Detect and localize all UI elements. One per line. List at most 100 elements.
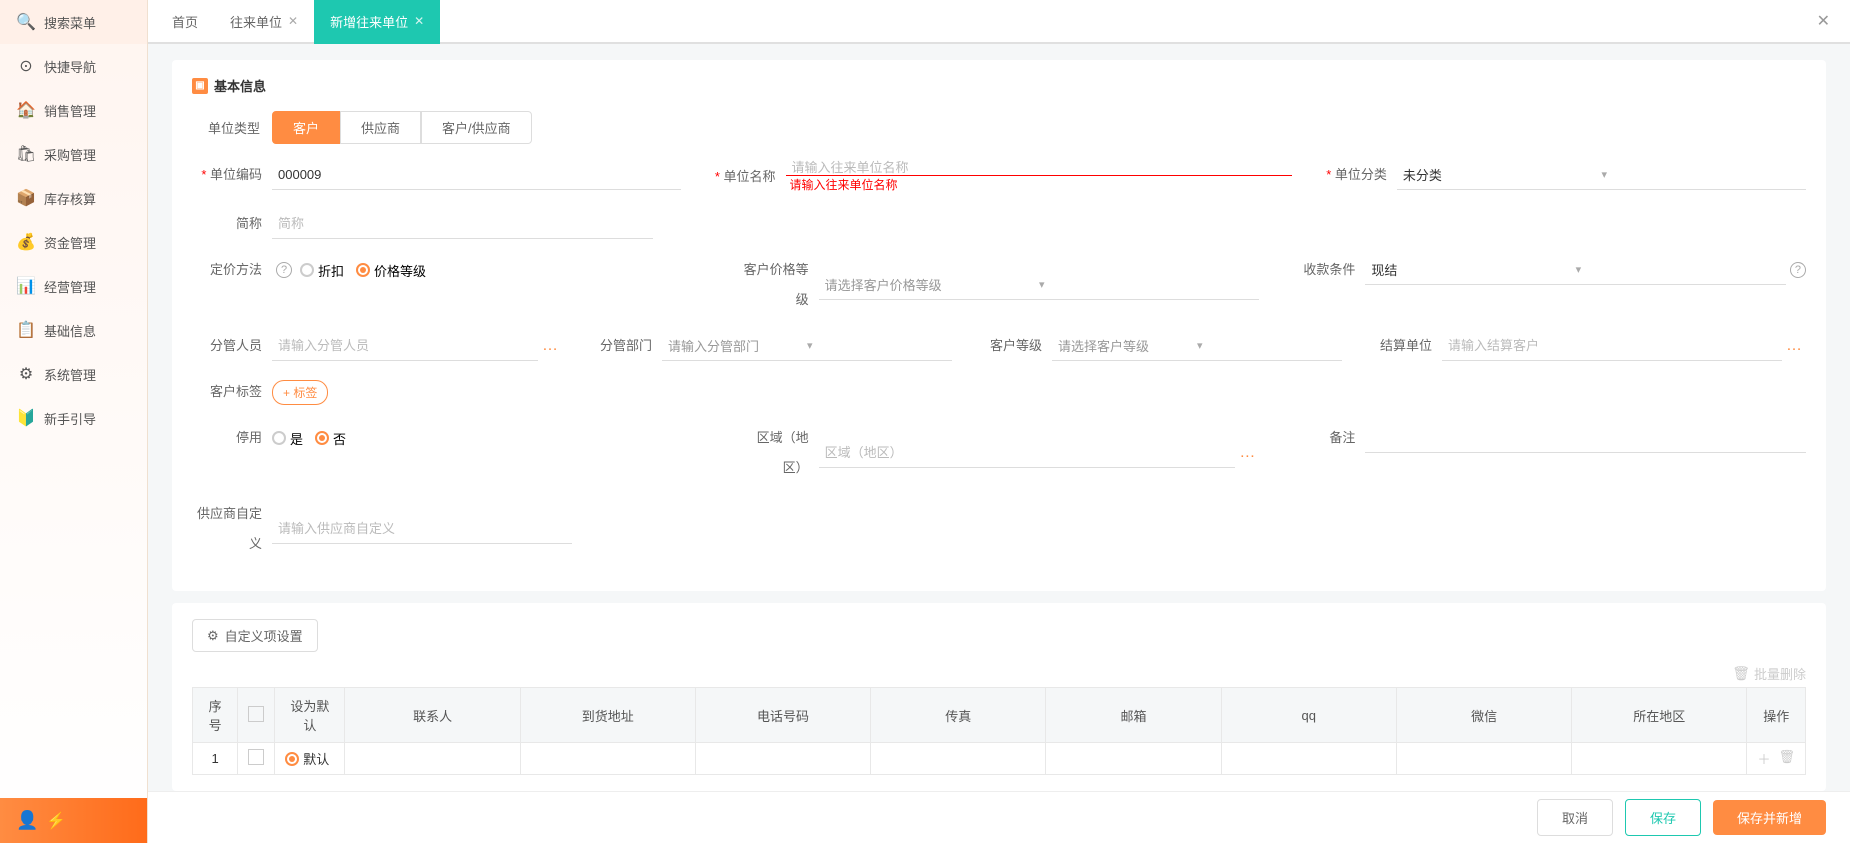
pricing-radio-level[interactable]: 价格等级 xyxy=(356,261,426,280)
trash-icon: 🗑 xyxy=(1732,665,1750,682)
unit-type-row: 单位类型 客户 供应商 客户/供应商 xyxy=(192,111,1806,144)
department-label: 分管部门 xyxy=(582,331,662,361)
tab-home[interactable]: 首页 xyxy=(156,0,214,44)
area-input[interactable] xyxy=(819,438,1236,468)
row-region[interactable] xyxy=(1572,743,1747,775)
cancel-button[interactable]: 取消 xyxy=(1537,799,1613,836)
qq-input[interactable] xyxy=(1232,751,1386,766)
department-select[interactable]: 请输入分管部门 ▾ xyxy=(662,331,952,361)
sidebar-item-label: 搜索菜单 xyxy=(44,13,96,32)
field-customer-level: 客户等级 请选择客户等级 ▾ xyxy=(972,331,1342,361)
save-button[interactable]: 保存 xyxy=(1625,799,1701,836)
field-unit-code: 单位编码 xyxy=(192,160,681,190)
disable-yes-label: 是 xyxy=(290,429,303,448)
unit-name-wrap: 请输入往来单位名称 xyxy=(786,160,1293,193)
phone-input[interactable] xyxy=(706,751,860,766)
field-payment-terms: 收款条件 现结 ▾ ? xyxy=(1285,255,1806,285)
sidebar-item-label: 新手引导 xyxy=(44,409,96,428)
pricing-radio-discount[interactable]: 折扣 xyxy=(300,261,344,280)
row-contact[interactable] xyxy=(345,743,520,775)
sidebar-item-label: 库存核算 xyxy=(44,189,96,208)
sidebar-item-inventory[interactable]: 📦 库存核算 xyxy=(0,176,147,220)
th-fax: 传真 xyxy=(871,688,1046,743)
manager-ellipsis-btn[interactable]: … xyxy=(538,337,562,355)
remark-input[interactable] xyxy=(1365,423,1806,453)
address-input[interactable] xyxy=(531,751,685,766)
customer-price-select[interactable]: 请选择客户价格等级 ▾ xyxy=(819,270,1260,300)
delete-row-icon[interactable]: 🗑 xyxy=(1778,749,1795,768)
sidebar-item-sales[interactable]: 🏠 销售管理 xyxy=(0,88,147,132)
row-fax[interactable] xyxy=(871,743,1046,775)
sidebar-item-label: 快捷导航 xyxy=(44,57,96,76)
disable-radio-no[interactable]: 否 xyxy=(315,429,346,448)
sidebar-item-basic[interactable]: 📋 基础信息 xyxy=(0,308,147,352)
fax-input[interactable] xyxy=(881,751,1035,766)
wechat-input[interactable] xyxy=(1407,751,1561,766)
customer-level-label: 客户等级 xyxy=(972,331,1052,361)
sidebar-item-guide[interactable]: 🔰 新手引导 xyxy=(0,396,147,440)
row-email[interactable] xyxy=(1046,743,1221,775)
sidebar-item-label: 资金管理 xyxy=(44,233,96,252)
type-btn-supplier[interactable]: 供应商 xyxy=(340,111,421,144)
default-radio[interactable]: 默认 xyxy=(285,749,334,768)
row-supplier-custom: 供应商自定义 xyxy=(192,499,1806,559)
batch-delete-label[interactable]: 批量删除 xyxy=(1754,664,1806,683)
settlement-unit-input[interactable] xyxy=(1442,331,1782,361)
row-qq[interactable] xyxy=(1221,743,1396,775)
add-tag-button[interactable]: + 标签 xyxy=(272,380,328,405)
custom-settings-button[interactable]: ⚙ 自定义项设置 xyxy=(192,619,318,652)
type-btn-both[interactable]: 客户/供应商 xyxy=(421,111,532,144)
add-row-icon[interactable]: ＋ xyxy=(1757,749,1770,768)
row-address[interactable] xyxy=(520,743,695,775)
customer-level-select[interactable]: 请选择客户等级 ▾ xyxy=(1052,331,1342,361)
basic-icon: 📋 xyxy=(16,320,36,340)
sidebar-item-label: 基础信息 xyxy=(44,321,96,340)
region-input[interactable] xyxy=(1582,751,1736,766)
unit-code-input[interactable] xyxy=(272,160,681,190)
sidebar-item-purchase[interactable]: 🛍 采购管理 xyxy=(0,132,147,176)
th-phone: 电话号码 xyxy=(695,688,870,743)
row-unit-info: 单位编码 单位名称 请输入往来单位名称 单位分类 未分类 ▾ xyxy=(192,160,1806,193)
tab-unit-list-close[interactable]: ✕ xyxy=(288,14,298,28)
sidebar-item-finance[interactable]: 💰 资金管理 xyxy=(0,220,147,264)
settlement-ellipsis-btn[interactable]: … xyxy=(1782,337,1806,355)
close-all-tabs[interactable]: ✕ xyxy=(1805,11,1842,31)
footer: 取消 保存 保存并新增 xyxy=(148,791,1850,843)
row-wechat[interactable] xyxy=(1396,743,1571,775)
supplier-custom-input[interactable] xyxy=(272,514,572,544)
save-new-button[interactable]: 保存并新增 xyxy=(1713,800,1826,835)
chevron-down-icon: ▾ xyxy=(1601,168,1800,181)
finance-icon: 💰 xyxy=(16,232,36,252)
unit-name-input[interactable] xyxy=(786,160,1293,176)
contact-input[interactable] xyxy=(355,751,509,766)
expand-icon: ⚡ xyxy=(46,811,66,831)
payment-terms-select[interactable]: 现结 ▾ xyxy=(1365,255,1786,285)
department-placeholder: 请输入分管部门 xyxy=(668,336,807,355)
manager-input[interactable] xyxy=(272,331,538,361)
section-title-text: 基本信息 xyxy=(214,76,266,95)
th-qq: qq xyxy=(1221,688,1396,743)
tab-add-unit-close[interactable]: ✕ xyxy=(414,14,424,28)
pricing-help-icon[interactable]: ? xyxy=(276,262,292,278)
sidebar-item-operations[interactable]: 📊 经营管理 xyxy=(0,264,147,308)
unit-category-select[interactable]: 未分类 ▾ xyxy=(1397,160,1806,190)
customer-level-placeholder: 请选择客户等级 xyxy=(1058,336,1197,355)
area-ellipsis-btn[interactable]: … xyxy=(1235,444,1259,462)
payment-terms-help-icon[interactable]: ? xyxy=(1790,262,1806,278)
row-phone[interactable] xyxy=(695,743,870,775)
email-input[interactable] xyxy=(1056,751,1210,766)
select-all-checkbox[interactable] xyxy=(248,706,264,722)
tab-add-unit[interactable]: 新增往来单位 ✕ xyxy=(314,0,440,44)
default-radio-circle xyxy=(285,752,299,766)
field-pricing: 定价方法 ? 折扣 价格等级 xyxy=(192,255,713,285)
sidebar-item-quick-nav[interactable]: ⊙ 快捷导航 xyxy=(0,44,147,88)
sidebar-item-system[interactable]: ⚙ 系统管理 xyxy=(0,352,147,396)
abbr-input[interactable] xyxy=(272,209,653,239)
tab-unit-list[interactable]: 往来单位 ✕ xyxy=(214,0,314,44)
type-btn-customer[interactable]: 客户 xyxy=(272,111,340,144)
sidebar-item-search[interactable]: 🔍 搜索菜单 xyxy=(0,0,147,44)
sidebar-bottom[interactable]: 👤 ⚡ xyxy=(0,798,147,843)
field-customer-tag: 客户标签 + 标签 xyxy=(192,377,1806,407)
disable-radio-yes[interactable]: 是 xyxy=(272,429,303,448)
row-select-checkbox[interactable] xyxy=(248,749,264,765)
